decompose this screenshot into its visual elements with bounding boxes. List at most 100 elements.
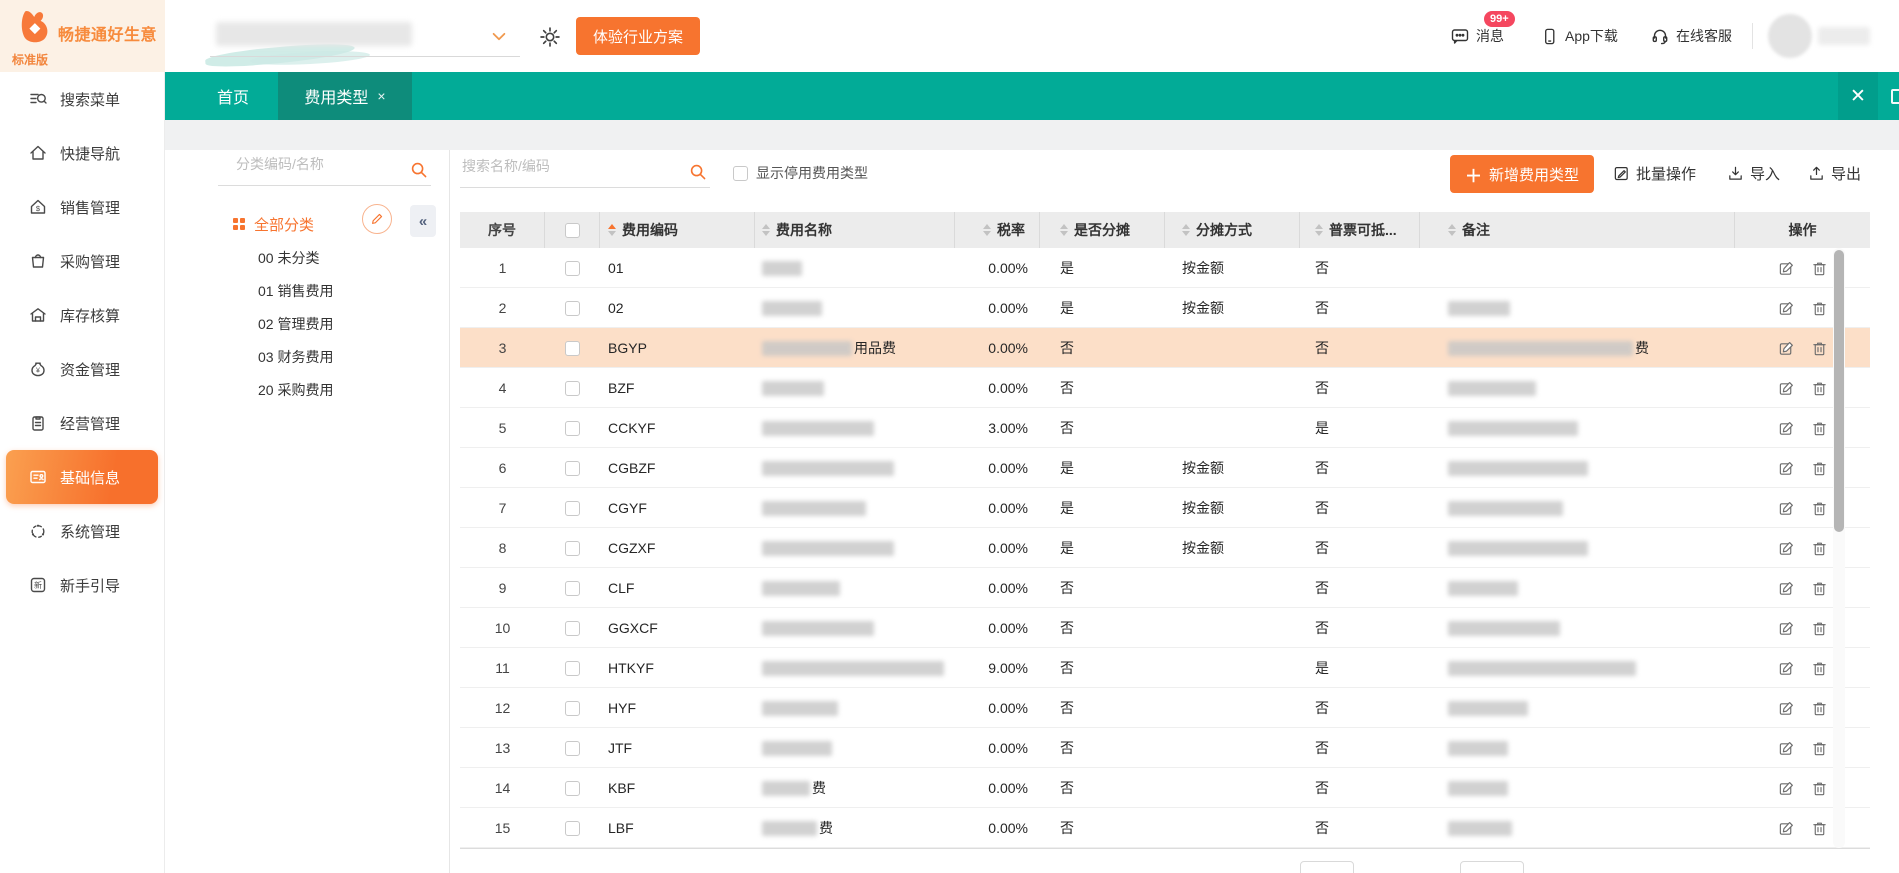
edit-icon[interactable] (1778, 580, 1795, 597)
sort-icon[interactable] (983, 224, 991, 236)
pagination-control[interactable] (1300, 861, 1354, 873)
edit-icon[interactable] (1778, 740, 1795, 757)
sidebar-item-guide[interactable]: 新 新手引导 (0, 558, 164, 612)
sort-icon[interactable] (1182, 224, 1190, 236)
delete-icon[interactable] (1811, 660, 1828, 677)
row-checkbox[interactable] (565, 700, 580, 716)
search-icon[interactable] (688, 162, 708, 182)
table-row[interactable]: 3 BGYP 用品费 0.00% 否 否 费 (460, 328, 1870, 368)
sort-icon[interactable] (1060, 224, 1068, 236)
table-row[interactable]: 8 CGZXF 0.00% 是 按金额 否 (460, 528, 1870, 568)
row-checkbox[interactable] (565, 500, 580, 516)
edit-icon[interactable] (1778, 700, 1795, 717)
category-search-input[interactable] (218, 156, 398, 172)
tab-home[interactable]: 首页 (188, 72, 278, 120)
table-search-input[interactable] (460, 158, 675, 174)
column-header[interactable]: 备注 (1420, 212, 1735, 248)
edit-icon[interactable] (1778, 620, 1795, 637)
row-checkbox[interactable] (565, 580, 580, 596)
sort-icon[interactable] (1448, 224, 1456, 236)
table-row[interactable]: 9 CLF 0.00% 否 否 (460, 568, 1870, 608)
sidebar-item-quick-nav[interactable]: 快捷导航 (0, 126, 164, 180)
table-row[interactable]: 13 JTF 0.00% 否 否 (460, 728, 1870, 768)
collapse-panel-button[interactable]: « (410, 205, 436, 237)
edit-categories-icon[interactable] (362, 204, 392, 234)
close-tabs-icon[interactable]: ✕ (1838, 72, 1878, 120)
all-categories[interactable]: 全部分类 (233, 208, 314, 240)
sidebar-item-funds[interactable]: ¥ 资金管理 (0, 342, 164, 396)
delete-icon[interactable] (1811, 700, 1828, 717)
pagination-control[interactable] (1460, 861, 1524, 873)
row-checkbox[interactable] (565, 460, 580, 476)
tab-close-icon[interactable]: × (377, 88, 385, 104)
row-checkbox[interactable] (565, 820, 580, 836)
sidebar-item-operations[interactable]: 经营管理 (0, 396, 164, 450)
batch-actions-button[interactable]: 批量操作 (1613, 163, 1696, 184)
messages-button[interactable]: 消息 (1450, 24, 1504, 48)
table-row[interactable]: 12 HYF 0.00% 否 否 (460, 688, 1870, 728)
add-expense-type-button[interactable]: ＋ 新增费用类型 (1450, 155, 1594, 193)
row-checkbox[interactable] (565, 300, 580, 316)
column-header[interactable]: 分摊方式 (1165, 212, 1300, 248)
edit-icon[interactable] (1778, 780, 1795, 797)
sidebar-item-basic-info[interactable]: 基础信息 (6, 450, 158, 504)
fullscreen-icon[interactable] (1891, 89, 1899, 104)
category-item[interactable]: 00 未分类 (258, 242, 333, 275)
avatar[interactable] (1768, 14, 1812, 58)
table-row[interactable]: 11 HTKYF 9.00% 否 是 (460, 648, 1870, 688)
delete-icon[interactable] (1811, 620, 1828, 637)
table-row[interactable]: 14 KBF 费 0.00% 否 否 (460, 768, 1870, 808)
edit-icon[interactable] (1778, 380, 1795, 397)
tab-expense-type[interactable]: 费用类型 × (278, 72, 412, 120)
category-item[interactable]: 02 管理费用 (258, 308, 333, 341)
show-disabled-toggle[interactable]: 显示停用费用类型 (733, 163, 868, 183)
row-checkbox[interactable] (565, 380, 580, 396)
column-header[interactable]: 税率 (955, 212, 1040, 248)
table-row[interactable]: 10 GGXCF 0.00% 否 否 (460, 608, 1870, 648)
settings-gear-icon[interactable] (538, 25, 562, 49)
try-industry-solution-button[interactable]: 体验行业方案 (576, 17, 700, 55)
sort-icon[interactable] (1315, 224, 1323, 236)
select-all-cell[interactable] (545, 212, 600, 248)
show-disabled-checkbox[interactable] (733, 165, 748, 181)
table-row[interactable]: 6 CGBZF 0.00% 是 按金额 否 (460, 448, 1870, 488)
edit-icon[interactable] (1778, 460, 1795, 477)
category-item[interactable]: 01 销售费用 (258, 275, 333, 308)
edit-icon[interactable] (1778, 260, 1795, 277)
select-all-checkbox[interactable] (564, 222, 580, 238)
row-checkbox[interactable] (565, 420, 580, 436)
delete-icon[interactable] (1811, 420, 1828, 437)
delete-icon[interactable] (1811, 540, 1828, 557)
scrollbar-thumb[interactable] (1834, 250, 1844, 532)
delete-icon[interactable] (1811, 580, 1828, 597)
org-selector-dropdown[interactable] (210, 16, 520, 58)
edit-icon[interactable] (1778, 660, 1795, 677)
delete-icon[interactable] (1811, 500, 1828, 517)
online-support-button[interactable]: 在线客服 (1650, 24, 1732, 48)
delete-icon[interactable] (1811, 380, 1828, 397)
table-row[interactable]: 7 CGYF 0.00% 是 按金额 否 (460, 488, 1870, 528)
table-row[interactable]: 4 BZF 0.00% 否 否 (460, 368, 1870, 408)
sidebar-item-sales[interactable]: $ 销售管理 (0, 180, 164, 234)
edit-icon[interactable] (1778, 540, 1795, 557)
delete-icon[interactable] (1811, 260, 1828, 277)
delete-icon[interactable] (1811, 740, 1828, 757)
table-row[interactable]: 15 LBF 费 0.00% 否 否 (460, 808, 1870, 848)
delete-icon[interactable] (1811, 460, 1828, 477)
sort-icon[interactable] (762, 224, 770, 236)
sidebar-item-purchase[interactable]: 采购管理 (0, 234, 164, 288)
delete-icon[interactable] (1811, 300, 1828, 317)
column-header[interactable]: 普票可抵... (1300, 212, 1420, 248)
sidebar-item-system[interactable]: 系统管理 (0, 504, 164, 558)
table-row[interactable]: 2 02 0.00% 是 按金额 否 (460, 288, 1870, 328)
edit-icon[interactable] (1778, 420, 1795, 437)
edit-icon[interactable] (1778, 340, 1795, 357)
column-header[interactable]: 费用编码 (600, 212, 755, 248)
column-header[interactable]: 是否分摊 (1040, 212, 1165, 248)
edit-icon[interactable] (1778, 300, 1795, 317)
search-icon[interactable] (409, 160, 429, 180)
row-checkbox[interactable] (565, 740, 580, 756)
vertical-scrollbar[interactable] (1833, 248, 1845, 848)
category-item[interactable]: 20 采购费用 (258, 374, 333, 407)
edit-icon[interactable] (1778, 500, 1795, 517)
